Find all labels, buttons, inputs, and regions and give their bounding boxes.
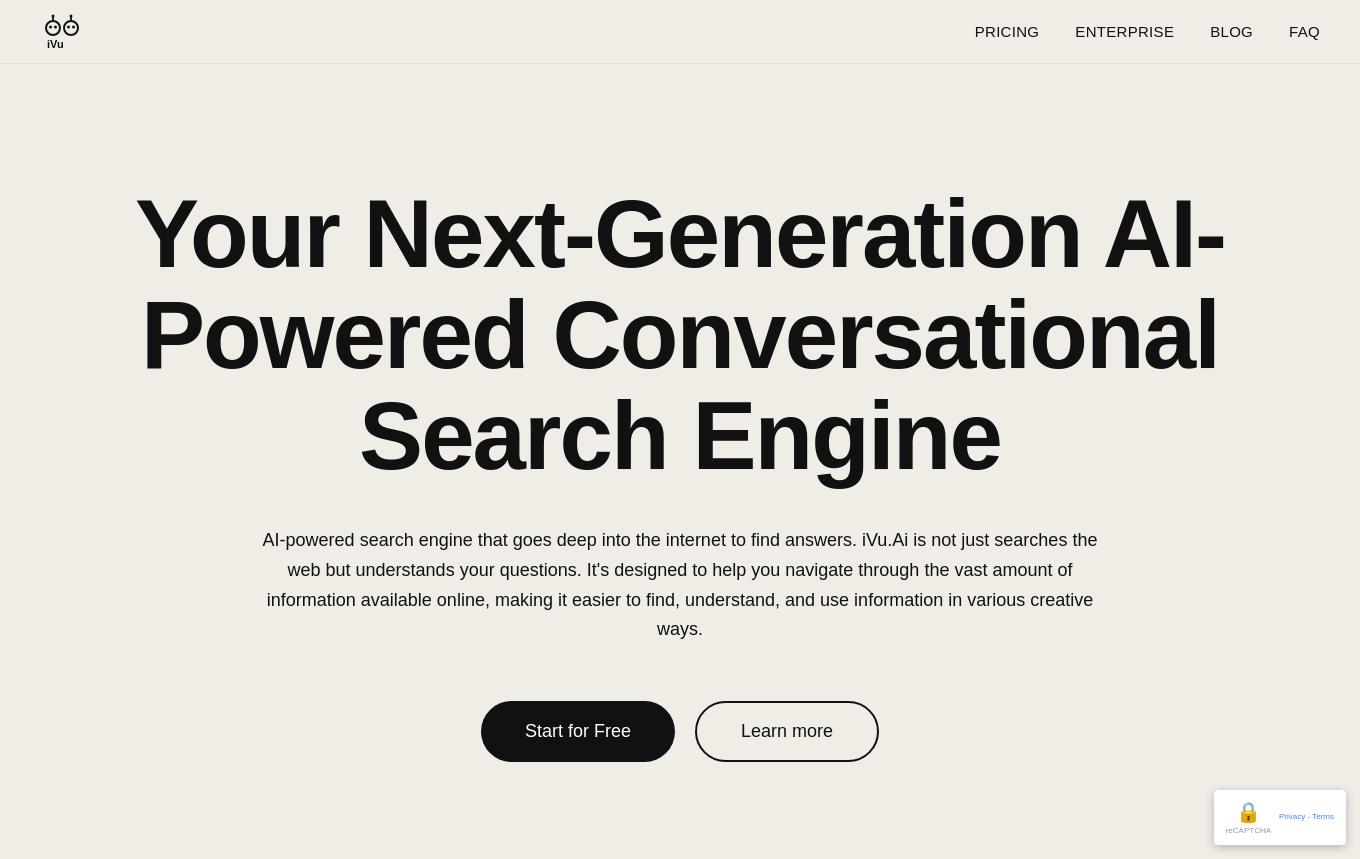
svg-point-9 xyxy=(70,14,73,17)
hero-section: Your Next-Generation AI-Powered Conversa… xyxy=(0,64,1360,842)
nav-item-faq[interactable]: FAQ xyxy=(1289,23,1320,41)
learn-more-button[interactable]: Learn more xyxy=(695,701,879,762)
logo[interactable]: iVu xyxy=(40,10,84,54)
recaptcha-logo: 🔒 reCAPTCHA xyxy=(1226,800,1271,835)
svg-point-5 xyxy=(72,25,75,28)
svg-point-1 xyxy=(64,21,78,35)
svg-point-3 xyxy=(54,25,57,28)
svg-point-4 xyxy=(67,25,70,28)
logo-icon: iVu xyxy=(40,10,84,54)
navbar: iVu PRICING ENTERPRISE BLOG FAQ xyxy=(0,0,1360,64)
nav-links: PRICING ENTERPRISE BLOG FAQ xyxy=(975,23,1320,41)
nav-item-blog[interactable]: BLOG xyxy=(1210,23,1253,41)
nav-item-enterprise[interactable]: ENTERPRISE xyxy=(1075,23,1174,41)
recaptcha-links: Privacy - Terms xyxy=(1279,811,1334,824)
hero-title: Your Next-Generation AI-Powered Conversa… xyxy=(130,184,1230,486)
hero-buttons: Start for Free Learn more xyxy=(481,701,879,762)
recaptcha-icon: 🔒 xyxy=(1236,800,1261,824)
nav-link-enterprise[interactable]: ENTERPRISE xyxy=(1075,23,1174,40)
nav-link-blog[interactable]: BLOG xyxy=(1210,23,1253,40)
svg-point-7 xyxy=(52,14,55,17)
nav-link-faq[interactable]: FAQ xyxy=(1289,23,1320,40)
svg-point-2 xyxy=(49,25,52,28)
nav-item-pricing[interactable]: PRICING xyxy=(975,23,1040,41)
recaptcha-label: reCAPTCHA xyxy=(1226,826,1271,835)
svg-point-0 xyxy=(46,21,60,35)
hero-subtitle: AI-powered search engine that goes deep … xyxy=(250,526,1110,645)
nav-link-pricing[interactable]: PRICING xyxy=(975,23,1040,40)
svg-text:iVu: iVu xyxy=(47,38,64,50)
recaptcha-badge: 🔒 reCAPTCHA Privacy - Terms xyxy=(1214,790,1346,845)
start-for-free-button[interactable]: Start for Free xyxy=(481,701,675,762)
